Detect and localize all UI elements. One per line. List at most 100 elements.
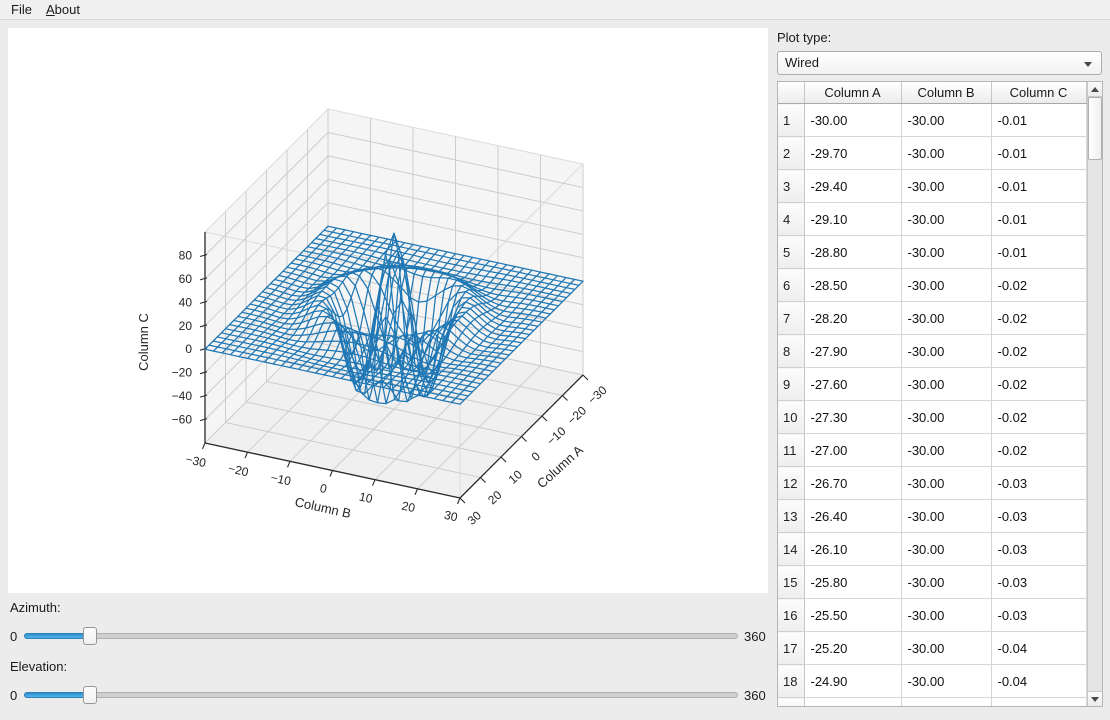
table-cell[interactable]: -26.40 [804,500,901,533]
table-cell[interactable]: -24.90 [804,665,901,698]
table-cell[interactable]: -0.03 [991,599,1086,632]
elevation-slider[interactable] [24,686,738,704]
row-number[interactable]: 7 [778,302,804,335]
table-cell[interactable]: -30.00 [901,203,991,236]
table-cell[interactable]: -25.50 [804,599,901,632]
azimuth-slider[interactable] [24,627,738,645]
azimuth-slider-handle[interactable] [83,627,97,645]
row-number[interactable]: 17 [778,632,804,665]
menu-item-file[interactable]: File [4,1,39,18]
table-cell[interactable]: -0.02 [991,401,1086,434]
table-cell[interactable]: -30.00 [901,665,991,698]
row-number[interactable]: 5 [778,236,804,269]
row-number[interactable]: 13 [778,500,804,533]
row-number[interactable]: 3 [778,170,804,203]
table-cell[interactable]: -30.00 [901,599,991,632]
table-cell[interactable]: -30.00 [901,302,991,335]
table-cell[interactable]: -27.90 [804,335,901,368]
table-cell[interactable]: -30.00 [901,500,991,533]
table-cell[interactable]: -27.60 [804,368,901,401]
row-number[interactable]: 2 [778,137,804,170]
table-cell[interactable]: -26.10 [804,533,901,566]
table-cell[interactable]: -28.20 [804,302,901,335]
table-cell[interactable]: -28.80 [804,236,901,269]
table-header-column-c[interactable]: Column C [991,82,1086,104]
table-cell[interactable]: -0.01 [991,236,1086,269]
svg-text:20: 20 [179,319,193,333]
table-cell[interactable]: -0.03 [991,533,1086,566]
vertical-scrollbar[interactable] [1087,82,1102,706]
row-number[interactable]: 1 [778,104,804,137]
table-cell[interactable]: -0.04 [991,665,1086,698]
table-row: 2-29.70-30.00-0.01 [778,137,1086,170]
table-cell[interactable]: -0.01 [991,170,1086,203]
table-cell[interactable]: -0.02 [991,368,1086,401]
table-cell[interactable]: -30.00 [901,170,991,203]
table-corner-cell[interactable] [778,82,804,104]
table-cell[interactable]: -30.00 [901,566,991,599]
table-cell[interactable]: -0.04 [991,632,1086,665]
table-cell[interactable]: -0.03 [991,467,1086,500]
table-cell[interactable]: -30.00 [901,698,991,708]
row-number[interactable]: 9 [778,368,804,401]
plot-canvas-svg[interactable]: −60−40−20020406080−30−20−100102030−30−20… [8,28,768,593]
table-cell[interactable]: -25.80 [804,566,901,599]
table-cell[interactable]: -30.00 [901,236,991,269]
row-number[interactable]: 8 [778,335,804,368]
scrollbar-thumb[interactable] [1088,97,1102,160]
table-cell[interactable]: -0.01 [991,203,1086,236]
table-cell[interactable]: -30.00 [901,401,991,434]
row-number[interactable]: 4 [778,203,804,236]
table-cell[interactable]: -30.00 [901,104,991,137]
table-cell[interactable]: -0.02 [991,302,1086,335]
table-cell[interactable]: -30.00 [901,467,991,500]
elevation-slider-handle[interactable] [83,686,97,704]
row-number[interactable]: 6 [778,269,804,302]
table-cell[interactable]: -30.00 [901,335,991,368]
table-cell[interactable]: -0.02 [991,335,1086,368]
row-number[interactable]: 18 [778,665,804,698]
plot-type-combobox[interactable]: Wired [777,51,1102,75]
table-cell[interactable]: -28.50 [804,269,901,302]
table-cell[interactable]: -30.00 [901,533,991,566]
table-cell[interactable]: -30.00 [901,269,991,302]
table-cell[interactable]: -29.40 [804,170,901,203]
menu-item-about[interactable]: About [39,1,87,18]
table-cell[interactable]: -25.20 [804,632,901,665]
table-cell[interactable]: -0.02 [991,434,1086,467]
row-number[interactable]: 11 [778,434,804,467]
table-header-column-b[interactable]: Column B [901,82,991,104]
scroll-up-button[interactable] [1088,82,1102,97]
table-cell[interactable]: -29.70 [804,137,901,170]
table-cell[interactable]: -24.60 [804,698,901,708]
arrow-up-icon [1091,87,1099,92]
table-cell[interactable]: -30.00 [901,434,991,467]
table-cell[interactable]: -27.30 [804,401,901,434]
table-cell[interactable]: -30.00 [901,137,991,170]
table-cell[interactable]: -26.70 [804,467,901,500]
row-number[interactable]: 16 [778,599,804,632]
scroll-down-button[interactable] [1088,691,1102,706]
row-number[interactable]: 12 [778,467,804,500]
table-cell[interactable]: -0.01 [991,104,1086,137]
table-row: 8-27.90-30.00-0.02 [778,335,1086,368]
table-cell[interactable]: -30.00 [804,104,901,137]
table-cell[interactable]: -0.02 [991,269,1086,302]
elevation-slider-groove[interactable] [24,692,738,698]
plot-type-label: Plot type: [777,30,831,45]
table-cell[interactable]: -0.03 [991,500,1086,533]
table-header-column-a[interactable]: Column A [804,82,901,104]
table-cell[interactable]: -0.01 [991,137,1086,170]
row-number[interactable]: 19 [778,698,804,708]
table-cell[interactable]: -27.00 [804,434,901,467]
row-number[interactable]: 14 [778,533,804,566]
azimuth-slider-groove[interactable] [24,633,738,639]
table-cell[interactable]: -29.10 [804,203,901,236]
table-cell[interactable]: -0.04 [991,698,1086,708]
table-cell[interactable]: -0.03 [991,566,1086,599]
row-number[interactable]: 15 [778,566,804,599]
row-number[interactable]: 10 [778,401,804,434]
table-cell[interactable]: -30.00 [901,368,991,401]
svg-text:20: 20 [400,499,416,516]
table-cell[interactable]: -30.00 [901,632,991,665]
